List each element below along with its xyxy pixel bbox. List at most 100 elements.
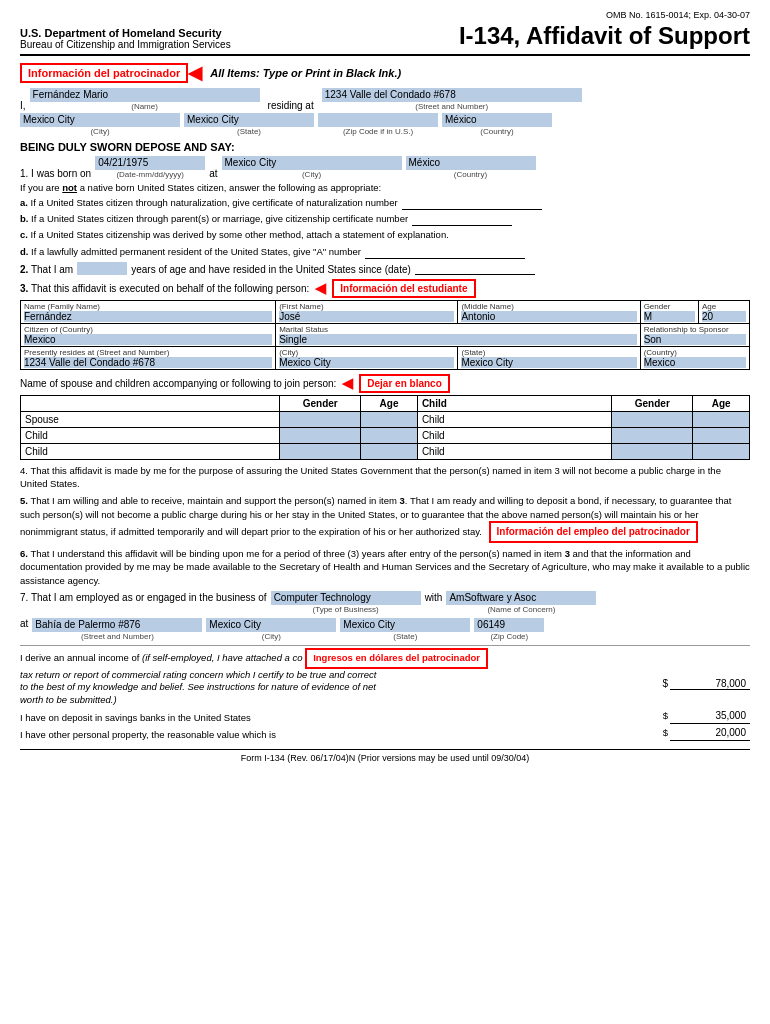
city-label: (City) <box>20 127 180 136</box>
annual-income-field[interactable]: 78,000 <box>670 678 750 690</box>
property-text: I have other personal property, the reas… <box>20 728 276 741</box>
citizen-value[interactable]: Mexico <box>24 334 272 345</box>
gender-col1: Gender <box>280 395 361 411</box>
sponsor-arrow: ◀ <box>188 62 202 84</box>
relationship-label: Relationship to Sponsor <box>644 325 746 334</box>
age-col1: Age <box>361 395 418 411</box>
sponsor-city-field[interactable]: Mexico City <box>20 113 180 127</box>
first-name-label: (First Name) <box>279 302 454 311</box>
marital-value[interactable]: Single <box>279 334 637 345</box>
savings-row: I have on deposit in savings banks in th… <box>20 709 750 724</box>
company-label: (Name of Concern) <box>446 605 596 614</box>
row2-gender[interactable] <box>280 427 361 443</box>
birth-city-field[interactable]: Mexico City <box>222 156 402 170</box>
form-footer: Form I-134 (Rev. 06/17/04)N (Prior versi… <box>20 749 750 763</box>
person-state-value[interactable]: Mexico City <box>461 357 636 368</box>
row3-child: Child <box>417 443 611 459</box>
relationship-value[interactable]: Son <box>644 334 746 345</box>
street-label: (Street and Number) <box>322 102 582 111</box>
row1-age[interactable] <box>361 411 418 427</box>
residing-at-text: residing at <box>268 100 314 111</box>
item7-address-row: at Bahía de Palermo #876 (Street and Num… <box>20 618 750 641</box>
at-text: at <box>209 168 217 179</box>
row3-age2[interactable] <box>693 443 750 459</box>
employer-street-label: (Street and Number) <box>32 632 202 641</box>
income-intro-text: I derive an annual income of (if self-em… <box>20 648 654 707</box>
age-field[interactable] <box>77 262 127 275</box>
property-row: I have other personal property, the reas… <box>20 726 750 741</box>
employer-street-field[interactable]: Bahía de Palermo #876 <box>32 618 202 632</box>
employer-state-field[interactable]: Mexico City <box>340 618 470 632</box>
citizenship-item-b: b. If a United States citizen through pa… <box>20 211 750 226</box>
savings-symbol: $ <box>663 709 668 722</box>
first-name-value[interactable]: José <box>279 311 454 322</box>
student-annotation: Información del estudiante <box>332 279 475 298</box>
citizenship-item-c: c. If a United States citizenship was de… <box>20 227 750 242</box>
item1-prefix: 1. I was born on <box>20 168 91 179</box>
person-state-label: (State) <box>461 348 636 357</box>
savings-field[interactable]: 35,000 <box>670 709 750 724</box>
person-country-label: (Country) <box>644 348 746 357</box>
birth-country-field[interactable]: México <box>406 156 536 170</box>
child-col: Child <box>417 395 611 411</box>
gender-col2: Gender <box>612 395 693 411</box>
middle-name-value[interactable]: Antonio <box>461 311 636 322</box>
item3-text: 3. That this affidavit is executed on be… <box>20 283 309 294</box>
marital-label: Marital Status <box>279 325 637 334</box>
dob-field[interactable]: 04/21/1975 <box>95 156 205 170</box>
company-field[interactable]: AmSoftware y Asoc <box>446 591 596 605</box>
employer-zip-field[interactable]: 06149 <box>474 618 544 632</box>
employer-state-label: (State) <box>340 632 470 641</box>
property-field[interactable]: 20,000 <box>670 726 750 741</box>
residence-since-field[interactable] <box>415 263 535 275</box>
person-info-table: Name (Family Name) Fernández (First Name… <box>20 300 750 370</box>
naturalization-field[interactable] <box>402 198 542 210</box>
citizenship-note: If you are not a native born United Stat… <box>20 182 381 193</box>
gender-value[interactable]: M <box>644 311 695 322</box>
row3-gender2[interactable] <box>612 443 693 459</box>
income-annotation: Ingresos en dólares del patrocinador <box>305 648 488 669</box>
row2-age2[interactable] <box>693 427 750 443</box>
employer-city-field[interactable]: Mexico City <box>206 618 336 632</box>
annual-symbol: $ <box>662 678 668 689</box>
age-col2: Age <box>693 395 750 411</box>
item6-paragraph: 6. That I understand this affidavit will… <box>20 547 750 587</box>
item7-prefix: 7. That I am employed as or engaged in t… <box>20 592 267 603</box>
sworn-text: BEING DULY SWORN DEPOSE AND SAY: <box>20 141 235 153</box>
blank-annotation: Dejar en blanco <box>359 374 449 393</box>
sponsor-country-field[interactable]: México <box>442 113 552 127</box>
citizenship-cert-field[interactable] <box>412 214 512 226</box>
at-label: at <box>20 618 28 641</box>
family-join-label: Name of spouse and children accompanying… <box>20 378 336 389</box>
family-arrow: ◀ <box>342 375 353 391</box>
row1-child: Child <box>417 411 611 427</box>
age-value[interactable]: 20 <box>702 311 746 322</box>
sponsor-annotation: Información del patrocinador <box>20 63 188 83</box>
item4-paragraph: 4. That this affidavit is made by me for… <box>20 464 750 491</box>
omb-number: OMB No. 1615-0014; Exp. 04-30-07 <box>20 10 750 20</box>
a-number-field[interactable] <box>365 247 525 259</box>
row3-age[interactable] <box>361 443 418 459</box>
row3-gender[interactable] <box>280 443 361 459</box>
row1-gender[interactable] <box>280 411 361 427</box>
birth-country-label: (Country) <box>406 170 536 179</box>
sponsor-name-field[interactable]: Fernández Mario <box>30 88 260 102</box>
item5-paragraph: 5. That I am willing and able to receive… <box>20 494 750 543</box>
row2-age[interactable] <box>361 427 418 443</box>
middle-name-label: (Middle Name) <box>461 302 636 311</box>
state-label: (State) <box>184 127 314 136</box>
footer-text: Form I-134 (Rev. 06/17/04)N (Prior versi… <box>241 753 529 763</box>
person-country-value[interactable]: Mexico <box>644 357 746 368</box>
row2-gender2[interactable] <box>612 427 693 443</box>
business-type-field[interactable]: Computer Technology <box>271 591 421 605</box>
family-name-value[interactable]: Fernández <box>24 311 272 322</box>
address-value[interactable]: 1234 Valle del Condado #678 <box>24 357 272 368</box>
row2-type: Child <box>21 427 280 443</box>
person-city-value[interactable]: Mexico City <box>279 357 454 368</box>
sponsor-zip-field[interactable] <box>318 113 438 127</box>
row1-age2[interactable] <box>693 411 750 427</box>
citizen-label: Citizen of (Country) <box>24 325 272 334</box>
sponsor-state-field[interactable]: Mexico City <box>184 113 314 127</box>
sponsor-street-field[interactable]: 1234 Valle del Condado #678 <box>322 88 582 102</box>
row1-gender2[interactable] <box>612 411 693 427</box>
